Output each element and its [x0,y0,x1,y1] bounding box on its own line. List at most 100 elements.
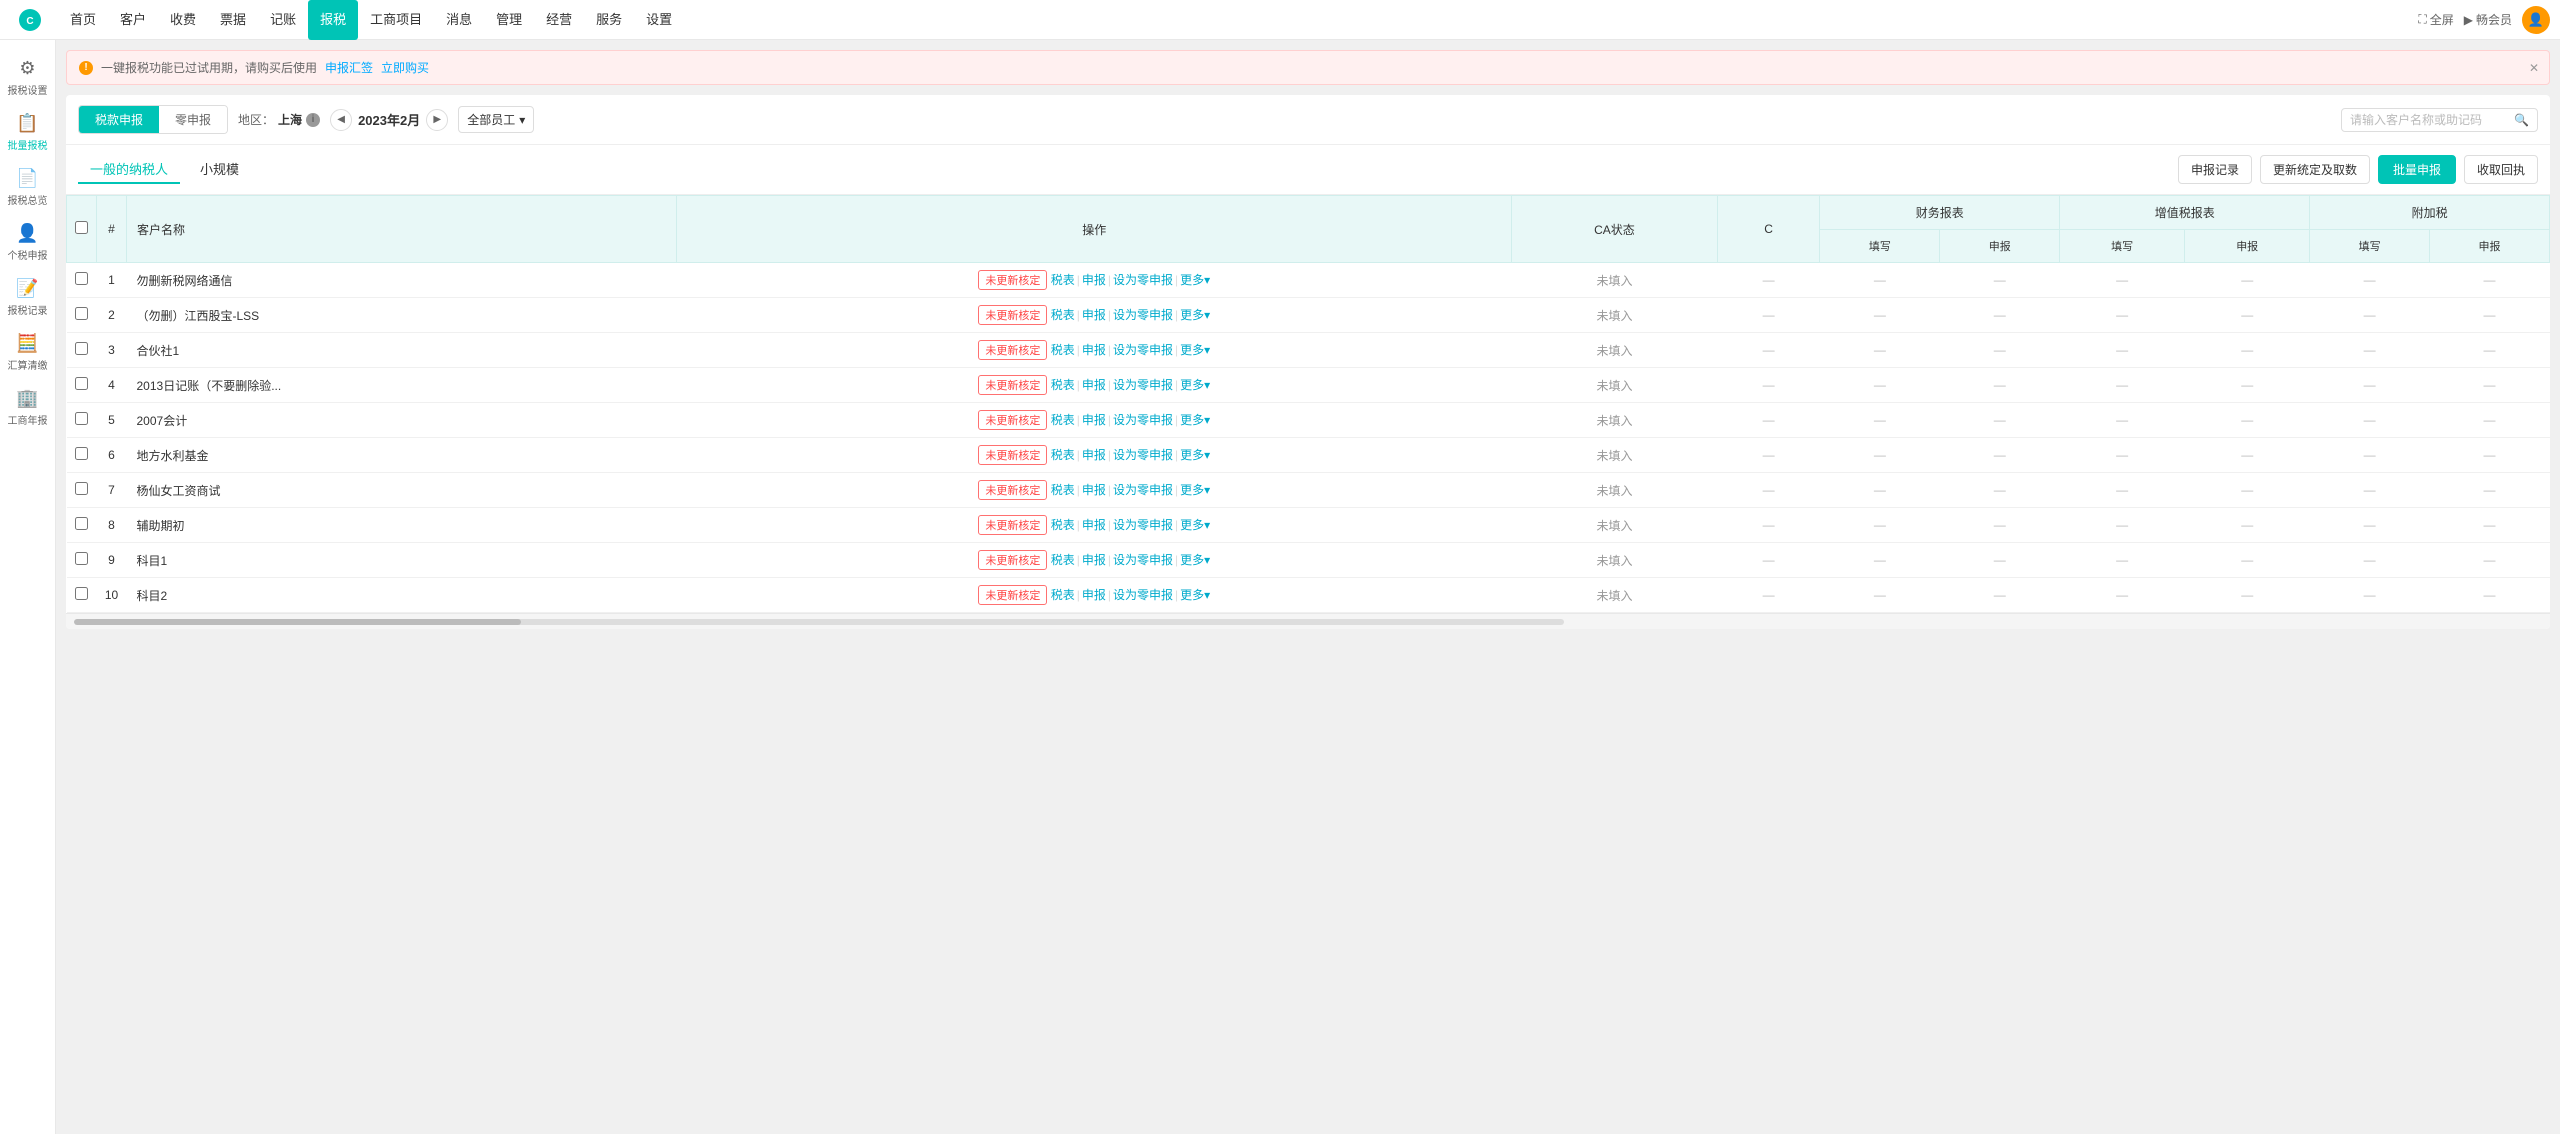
period-next-button[interactable]: ▶ [426,109,448,131]
retrieve-button[interactable]: 收取回执 [2464,155,2538,184]
op-btn[interactable]: 申报 [1082,343,1106,357]
topnav-item-管理[interactable]: 管理 [484,0,534,40]
row-checkbox[interactable] [75,412,88,425]
row-checkbox[interactable] [75,342,88,355]
row-c: — [1717,473,1820,508]
batch-declare-button[interactable]: 批量申报 [2378,155,2456,184]
op-more[interactable]: 更多▾ [1180,343,1210,357]
op-btn[interactable]: 申报 [1082,448,1106,462]
row-checkbox[interactable] [75,482,88,495]
topnav-item-首页[interactable]: 首页 [58,0,108,40]
row-add-fill: — [2310,473,2430,508]
op-btn[interactable]: 申报 [1082,378,1106,392]
op-btn[interactable]: 税表 [1051,448,1075,462]
search-icon[interactable]: 🔍 [2514,113,2529,127]
op-more[interactable]: 更多▾ [1180,413,1210,427]
topnav-item-经营[interactable]: 经营 [534,0,584,40]
tab-zero-declare[interactable]: 零申报 [159,106,227,133]
left-sidebar-item-报税记录[interactable]: 📝报税记录 [0,270,56,325]
row-fin-fill: — [1820,263,1940,298]
op-btn[interactable]: 税表 [1051,518,1075,532]
op-btn[interactable]: 税表 [1051,308,1075,322]
row-checkbox[interactable] [75,517,88,530]
topnav-item-收费[interactable]: 收费 [158,0,208,40]
left-sidebar-item-汇算清缴[interactable]: 🧮汇算清缴 [0,325,56,380]
op-btn[interactable]: 申报 [1082,413,1106,427]
op-btn[interactable]: 申报 [1082,553,1106,567]
op-btn[interactable]: 申报 [1082,483,1106,497]
select-all-checkbox[interactable] [75,221,88,234]
topnav-item-记账[interactable]: 记账 [258,0,308,40]
row-ops: 未更新核定 税表|申报|设为零申报|更多▾ [677,438,1512,473]
topnav-item-消息[interactable]: 消息 [434,0,484,40]
left-sidebar-item-报税总览[interactable]: 📄报税总览 [0,160,56,215]
row-checkbox[interactable] [75,272,88,285]
th-checkbox [67,196,97,263]
row-checkbox[interactable] [75,377,88,390]
op-btn[interactable]: 设为零申报 [1113,378,1173,392]
row-checkbox[interactable] [75,587,88,600]
row-checkbox[interactable] [75,307,88,320]
notice-link1[interactable]: 申报汇签 [325,59,373,76]
op-more[interactable]: 更多▾ [1180,273,1210,287]
op-btn[interactable]: 设为零申报 [1113,308,1173,322]
search-input[interactable] [2350,113,2510,127]
op-more[interactable]: 更多▾ [1180,308,1210,322]
topnav-item-报税[interactable]: 报税 [308,0,358,40]
op-btn[interactable]: 设为零申报 [1113,273,1173,287]
status-badge: 未更新核定 [978,445,1047,465]
op-btn[interactable]: 设为零申报 [1113,518,1173,532]
row-checkbox-cell [67,578,97,613]
subtab-small[interactable]: 小规模 [188,155,251,184]
op-btn[interactable]: 设为零申报 [1113,448,1173,462]
op-btn[interactable]: 税表 [1051,483,1075,497]
row-fin-decl: — [1940,403,2060,438]
left-sidebar-item-个税申报[interactable]: 👤个税申报 [0,215,56,270]
dept-select[interactable]: 全部员工 ▾ [458,106,534,133]
topnav-item-服务[interactable]: 服务 [584,0,634,40]
row-checkbox[interactable] [75,552,88,565]
left-sidebar-item-批量报税[interactable]: 📋批量报税 [0,105,56,160]
fullscreen-button[interactable]: ⛶ 全屏 [2418,11,2453,28]
topnav-item-票据[interactable]: 票据 [208,0,258,40]
op-more[interactable]: 更多▾ [1180,518,1210,532]
notice-close-button[interactable]: ✕ [2529,61,2539,75]
op-btn[interactable]: 税表 [1051,413,1075,427]
op-btn[interactable]: 税表 [1051,553,1075,567]
op-btn[interactable]: 申报 [1082,518,1106,532]
op-btn[interactable]: 税表 [1051,588,1075,602]
subtab-general[interactable]: 一般的纳税人 [78,155,180,184]
left-sidebar-item-报税设置[interactable]: ⚙报税设置 [0,50,56,105]
op-btn[interactable]: 申报 [1082,273,1106,287]
op-more[interactable]: 更多▾ [1180,553,1210,567]
topnav-item-客户[interactable]: 客户 [108,0,158,40]
table-row: 8 辅助期初 未更新核定 税表|申报|设为零申报|更多▾ 未填入 — — — —… [67,508,2550,543]
op-btn[interactable]: 税表 [1051,378,1075,392]
op-btn[interactable]: 设为零申报 [1113,553,1173,567]
tab-tax-declare[interactable]: 税款申报 [79,106,159,133]
notice-link2[interactable]: 立即购买 [381,59,429,76]
member-button[interactable]: ▶ 畅会员 [2464,11,2512,28]
op-btn[interactable]: 申报 [1082,308,1106,322]
avatar[interactable]: 👤 [2522,6,2550,34]
op-more[interactable]: 更多▾ [1180,448,1210,462]
op-more[interactable]: 更多▾ [1180,483,1210,497]
declare-record-button[interactable]: 申报记录 [2178,155,2252,184]
row-checkbox[interactable] [75,447,88,460]
op-btn[interactable]: 设为零申报 [1113,483,1173,497]
op-more[interactable]: 更多▾ [1180,378,1210,392]
topnav-item-工商项目[interactable]: 工商项目 [358,0,434,40]
op-btn[interactable]: 设为零申报 [1113,343,1173,357]
region-info-icon[interactable]: i [306,113,320,127]
op-more[interactable]: 更多▾ [1180,588,1210,602]
update-button[interactable]: 更新统定及取数 [2260,155,2370,184]
topnav-item-设置[interactable]: 设置 [634,0,684,40]
left-sidebar-item-工商年报[interactable]: 🏢工商年报 [0,380,56,435]
row-name: 合伙社1 [127,333,677,368]
op-btn[interactable]: 设为零申报 [1113,413,1173,427]
op-btn[interactable]: 税表 [1051,273,1075,287]
op-btn[interactable]: 申报 [1082,588,1106,602]
period-prev-button[interactable]: ◀ [330,109,352,131]
op-btn[interactable]: 税表 [1051,343,1075,357]
op-btn[interactable]: 设为零申报 [1113,588,1173,602]
